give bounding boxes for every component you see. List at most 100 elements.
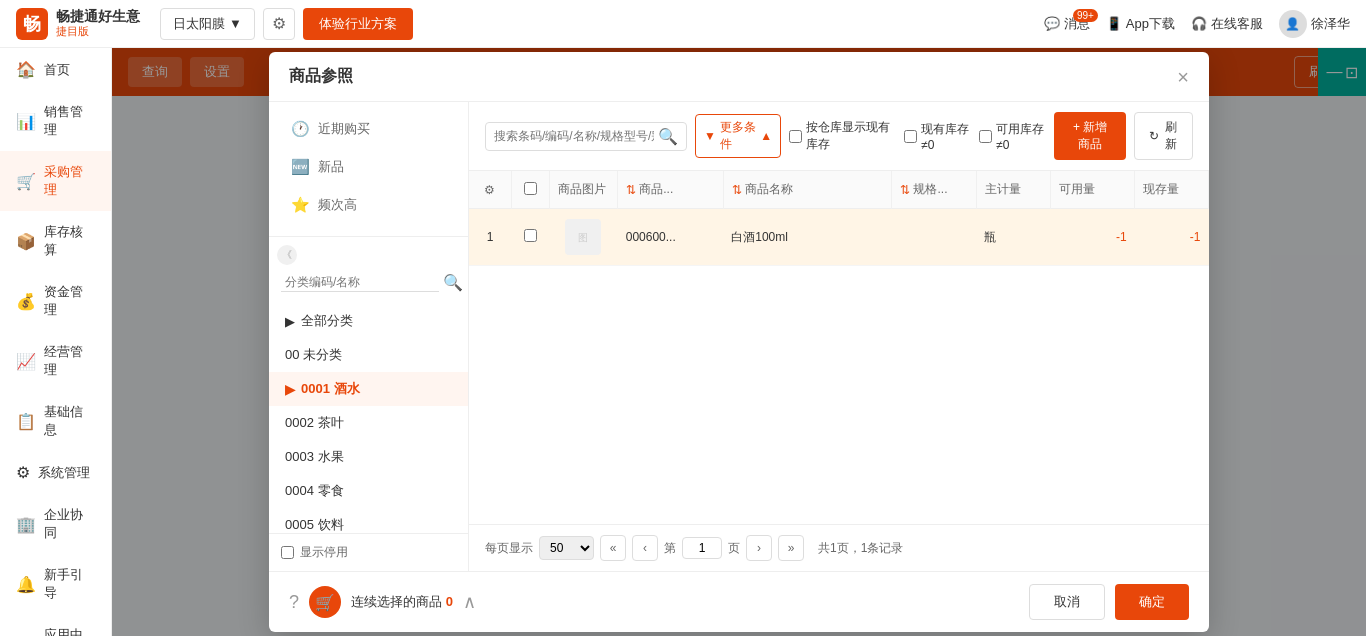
sidebar-item-operations[interactable]: 📈 经营管理 [0, 331, 111, 391]
category-item-all[interactable]: ▶ 全部分类 [269, 304, 468, 338]
sidebar-item-app-center[interactable]: 📱 应用中心 [0, 614, 111, 636]
collapse-footer-button[interactable]: ∧ [463, 591, 476, 613]
row-num: 1 [469, 209, 511, 266]
sidebar-label-enterprise: 企业协同 [44, 506, 95, 542]
table-row[interactable]: 1 图 [469, 209, 1209, 266]
selected-count: 0 [446, 594, 453, 609]
sidebar-label-app-center: 应用中心 [44, 626, 95, 636]
select-all-checkbox[interactable] [524, 182, 537, 195]
th-check [511, 171, 549, 209]
row-code: 000600... [618, 209, 723, 266]
th-gear: ⚙ [469, 171, 511, 209]
checkbox-stock-ne0-text: 现有库存≠0 [921, 121, 971, 152]
category-search-input[interactable] [281, 273, 439, 292]
table-header-row: ⚙ 商品图片 [469, 171, 1209, 209]
cart-icon: 🛒 [315, 593, 335, 612]
message-icon: 💬 [1044, 16, 1060, 31]
system-icon: ⚙ [16, 463, 30, 482]
new-products-tab[interactable]: 🆕 新品 [281, 150, 456, 184]
category-label-0001: 0001 酒水 [301, 380, 360, 398]
checkbox-avail-ne0-label[interactable]: 可用库存≠0 [979, 121, 1046, 152]
product-search-input[interactable] [494, 129, 654, 143]
sidebar-item-system[interactable]: ⚙ 系统管理 [0, 451, 111, 494]
cancel-button[interactable]: 取消 [1029, 584, 1105, 620]
next-page-button[interactable]: › [746, 535, 772, 561]
sidebar-item-guide[interactable]: 🔔 新手引导 [0, 554, 111, 614]
category-arrow-all: ▶ [285, 314, 295, 329]
sidebar-item-sales[interactable]: 📊 销售管理 [0, 91, 111, 151]
basic-icon: 📋 [16, 412, 36, 431]
show-disabled-checkbox[interactable] [281, 546, 294, 559]
online-service-button[interactable]: 🎧 在线客服 [1191, 15, 1263, 33]
product-table-body: 1 图 [469, 209, 1209, 266]
modal-overlay: 商品参照 × 🕐 近期购买 🆕 [112, 48, 1366, 636]
gear-table-icon[interactable]: ⚙ [484, 183, 495, 197]
filter-icon: ▼ [704, 129, 716, 143]
sidebar-item-inventory[interactable]: 📦 库存核算 [0, 211, 111, 271]
product-reference-modal: 商品参照 × 🕐 近期购买 🆕 [269, 52, 1209, 632]
category-label-00: 00 未分类 [285, 346, 342, 364]
frequent-tab[interactable]: ⭐ 频次高 [281, 188, 456, 222]
first-page-button[interactable]: « [600, 535, 626, 561]
logo-icon: 畅 [16, 8, 48, 40]
checkbox-stock-ne0-label[interactable]: 现有库存≠0 [904, 121, 971, 152]
modal-close-button[interactable]: × [1177, 67, 1189, 87]
th-name[interactable]: ⇅ 商品名称 [723, 171, 892, 209]
sidebar-item-basic[interactable]: 📋 基础信息 [0, 391, 111, 451]
recent-tab[interactable]: 🕐 近期购买 [281, 112, 456, 146]
collapse-panel-button[interactable]: 《 [277, 245, 297, 265]
sidebar-label-system: 系统管理 [38, 464, 90, 482]
category-item-00[interactable]: 00 未分类 [269, 338, 468, 372]
checkbox-avail-ne0[interactable] [979, 130, 992, 143]
cart-button[interactable]: 🛒 [309, 586, 341, 618]
search-icon: 🔍 [658, 127, 678, 146]
gear-button[interactable]: ⚙ [263, 8, 295, 40]
row-avail: -1 [1050, 209, 1134, 266]
logo-sub: 捷目版 [56, 24, 140, 39]
add-product-button[interactable]: + 新增商品 [1054, 112, 1126, 160]
category-item-0003[interactable]: 0003 水果 [269, 440, 468, 474]
sidebar-item-purchase[interactable]: 🛒 采购管理 [0, 151, 111, 211]
app-download-button[interactable]: 📱 App下载 [1106, 15, 1175, 33]
refresh-button[interactable]: ↻ 刷新 [1134, 112, 1193, 160]
location-dropdown[interactable]: 日太阳膜 ▼ [160, 8, 255, 40]
confirm-button[interactable]: 确定 [1115, 584, 1189, 620]
gear-icon: ⚙ [272, 14, 286, 33]
row-checkbox[interactable] [524, 229, 537, 242]
user-menu[interactable]: 👤 徐泽华 [1279, 10, 1350, 38]
operations-icon: 📈 [16, 352, 36, 371]
sidebar-item-finance[interactable]: 💰 资金管理 [0, 271, 111, 331]
th-unit: 主计量 [976, 171, 1050, 209]
sidebar-item-enterprise[interactable]: 🏢 企业协同 [0, 494, 111, 554]
messages-button[interactable]: 💬 消息 99+ [1044, 15, 1090, 33]
category-item-0004[interactable]: 0004 零食 [269, 474, 468, 508]
nav-right: 💬 消息 99+ 📱 App下载 🎧 在线客服 👤 徐泽华 [1044, 10, 1350, 38]
sidebar: 🏠 首页 📊 销售管理 🛒 采购管理 📦 库存核算 💰 资金管理 📈 经营管理 … [0, 48, 112, 636]
selected-label: 连续选择的商品 0 [351, 593, 453, 611]
trial-button[interactable]: 体验行业方案 [303, 8, 413, 40]
sales-icon: 📊 [16, 112, 36, 131]
checkbox-warehouse[interactable] [789, 130, 802, 143]
product-thumbnail: 图 [565, 219, 601, 255]
category-item-0001[interactable]: ▶ 0001 酒水 [269, 372, 468, 406]
th-code[interactable]: ⇅ 商品... [618, 171, 723, 209]
prev-page-button[interactable]: ‹ [632, 535, 658, 561]
checkbox-warehouse-label[interactable]: 按仓库显示现有库存 [789, 119, 896, 153]
filter-label: 更多条件 [720, 119, 756, 153]
th-spec[interactable]: ⇅ 规格... [892, 171, 976, 209]
checkbox-stock-ne0[interactable] [904, 130, 917, 143]
category-item-0002[interactable]: 0002 茶叶 [269, 406, 468, 440]
purchase-icon: 🛒 [16, 172, 36, 191]
page-number-input[interactable] [682, 537, 722, 559]
category-item-0005[interactable]: 0005 饮料 [269, 508, 468, 533]
show-disabled-label[interactable]: 显示停用 [300, 544, 348, 561]
per-page-select[interactable]: 50 10 20 100 [539, 536, 594, 560]
help-icon[interactable]: ? [289, 592, 299, 613]
per-page-label: 每页显示 [485, 540, 533, 557]
sidebar-item-home[interactable]: 🏠 首页 [0, 48, 111, 91]
more-filter-button[interactable]: ▼ 更多条件 ▲ [695, 114, 781, 158]
th-stock: 现存量 [1135, 171, 1209, 209]
category-label-0003: 0003 水果 [285, 448, 344, 466]
last-page-button[interactable]: » [778, 535, 804, 561]
page-suffix: 页 [728, 540, 740, 557]
